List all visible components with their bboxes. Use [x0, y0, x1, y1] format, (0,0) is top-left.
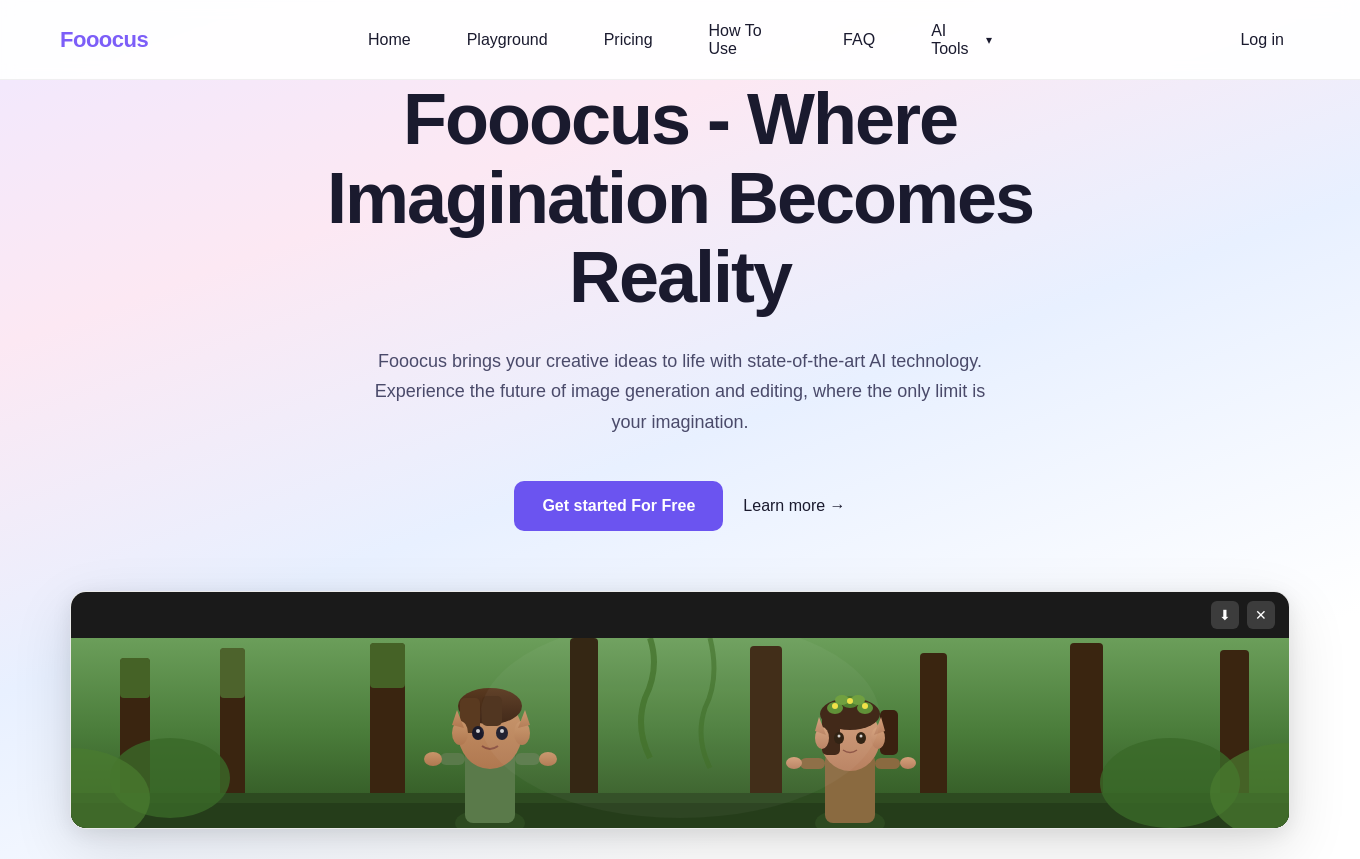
svg-rect-11 — [370, 643, 405, 688]
close-icon: ✕ — [1255, 607, 1267, 623]
svg-rect-10 — [220, 648, 245, 698]
learn-more-button[interactable]: Learn more → — [743, 497, 845, 515]
svg-rect-28 — [440, 753, 465, 765]
nav-how-to-use[interactable]: How To Use — [681, 14, 816, 66]
nav-playground[interactable]: Playground — [439, 23, 576, 57]
login-link[interactable]: Log in — [1224, 23, 1300, 57]
logo[interactable]: Fooocus — [60, 27, 148, 53]
hero-subtitle: Fooocus brings your creative ideas to li… — [360, 346, 1000, 438]
chevron-down-icon: ▾ — [986, 33, 992, 47]
svg-point-30 — [424, 752, 442, 766]
browser-bar: ⬇ ✕ — [71, 592, 1289, 638]
download-icon: ⬇ — [1219, 607, 1231, 623]
hero-title: Fooocus - Where Imagination Becomes Real… — [230, 80, 1130, 318]
svg-rect-55 — [875, 758, 900, 769]
nav-ai-tools[interactable]: AI Tools ▾ — [903, 14, 1020, 66]
nav-faq[interactable]: FAQ — [815, 23, 903, 57]
get-started-button[interactable]: Get started For Free — [514, 481, 723, 531]
download-button[interactable]: ⬇ — [1211, 601, 1239, 629]
demo-container: ⬇ ✕ — [70, 591, 1290, 829]
svg-rect-9 — [120, 658, 150, 698]
header: Fooocus Home Playground Pricing How To U… — [0, 0, 1360, 80]
nav-home[interactable]: Home — [340, 23, 439, 57]
demo-image — [71, 638, 1289, 828]
nav-pricing[interactable]: Pricing — [576, 23, 681, 57]
demo-browser: ⬇ ✕ — [70, 591, 1290, 829]
svg-point-57 — [900, 757, 916, 769]
close-button[interactable]: ✕ — [1247, 601, 1275, 629]
svg-point-26 — [476, 729, 480, 733]
hero-buttons: Get started For Free Learn more → — [514, 481, 845, 531]
hero-section: Fooocus - Where Imagination Becomes Real… — [0, 0, 1360, 859]
main-nav: Home Playground Pricing How To Use FAQ A… — [340, 14, 1020, 66]
